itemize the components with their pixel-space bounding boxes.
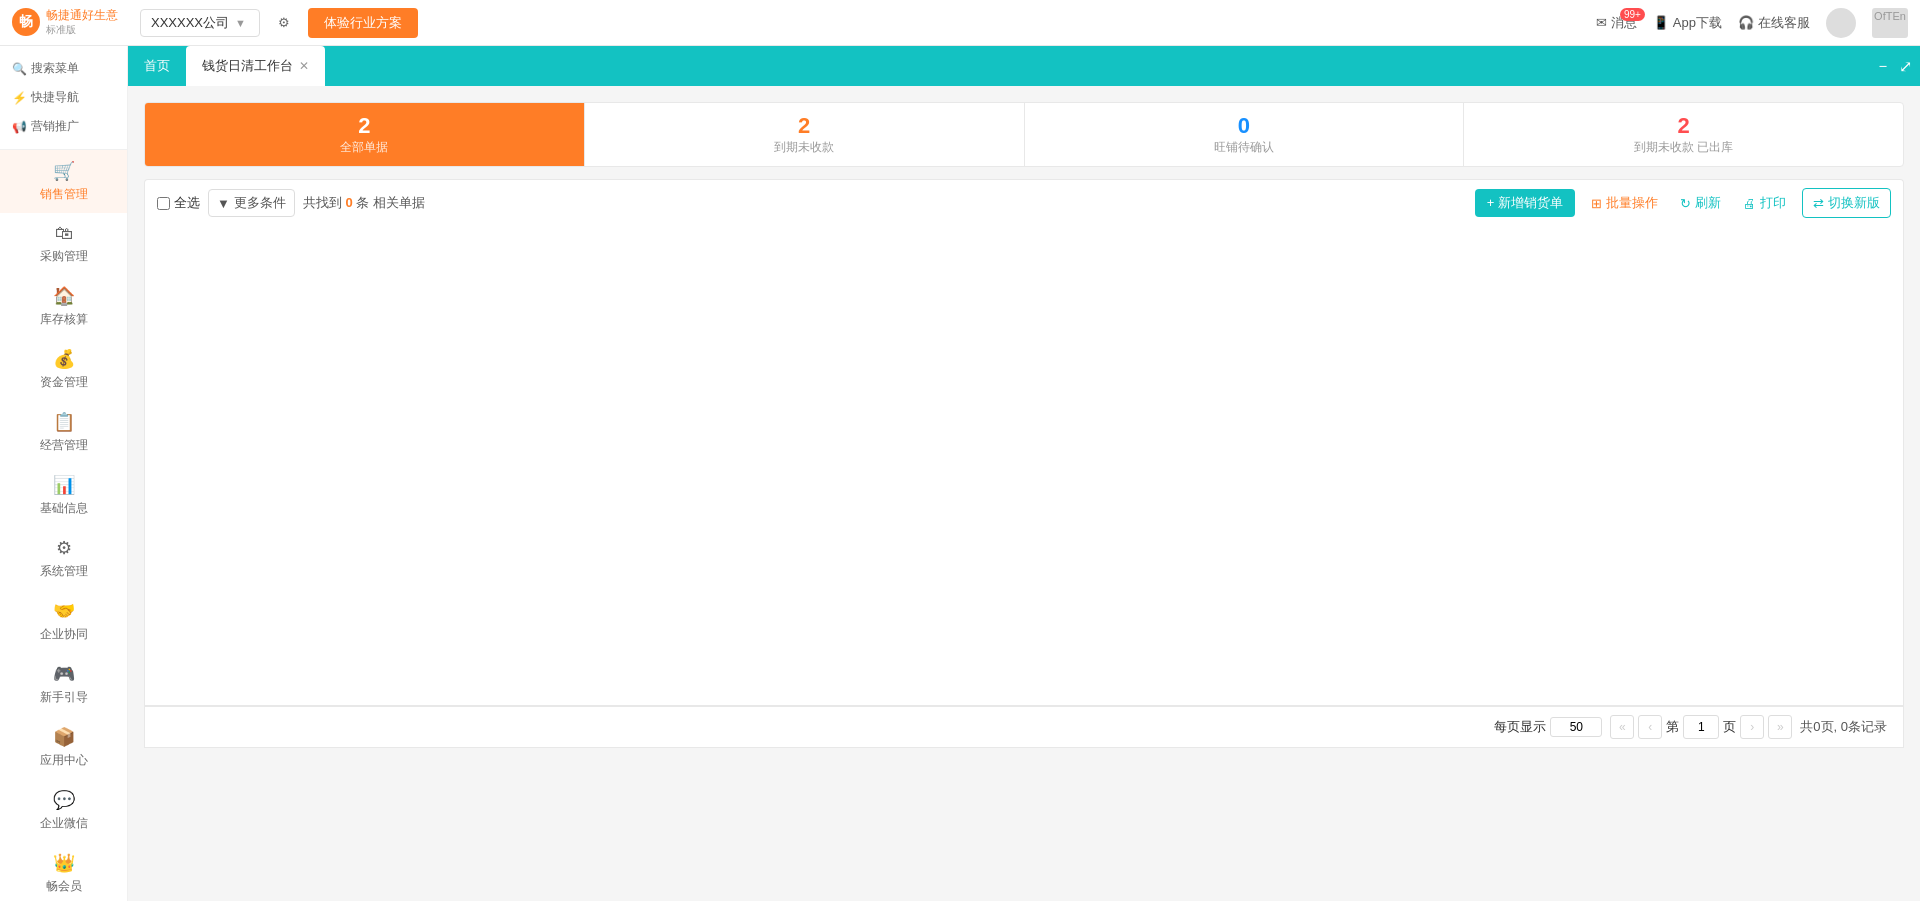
- select-all-checkbox[interactable]: 全选: [157, 194, 200, 212]
- sidebar-item-basic[interactable]: 📊基础信息: [0, 464, 127, 527]
- switch-icon: ⇄: [1813, 196, 1824, 211]
- sidebar-item-enterprise[interactable]: 🤝企业协同: [0, 590, 127, 653]
- sidebar-item-system[interactable]: ⚙系统管理: [0, 527, 127, 590]
- settings-icon[interactable]: ⚙: [270, 9, 298, 37]
- member-icon: 👑: [53, 852, 75, 874]
- finance-icon: 💰: [53, 348, 75, 370]
- batch-icon: ⊞: [1591, 196, 1602, 211]
- sidebar-item-finance[interactable]: 💰资金管理: [0, 338, 127, 401]
- inventory-icon: 🏠: [53, 285, 75, 307]
- online-service-button[interactable]: 🎧 在线客服: [1738, 14, 1810, 32]
- new-order-button[interactable]: + 新增销货单: [1475, 189, 1575, 217]
- toolbar-left: 全选 ▼ 更多条件 共找到 0 条 相关单据: [157, 189, 425, 217]
- stat-tab-0[interactable]: 2全部单据: [145, 103, 585, 166]
- stat-tab-1[interactable]: 2到期未收款: [585, 103, 1025, 166]
- first-page-button[interactable]: «: [1610, 715, 1634, 739]
- page-nav: « ‹ 第 页 › »: [1610, 715, 1792, 739]
- enterprise-icon: 🤝: [53, 600, 75, 622]
- minimize-icon[interactable]: －: [1875, 56, 1891, 77]
- page-size-input[interactable]: [1550, 717, 1602, 737]
- print-icon: 🖨: [1743, 196, 1756, 211]
- refresh-button[interactable]: ↻ 刷新: [1674, 190, 1727, 216]
- marketing-icon: 📢: [12, 120, 27, 134]
- operation-icon: 📋: [53, 411, 75, 433]
- trial-button[interactable]: 体验行业方案: [308, 8, 418, 38]
- tab-bar: 首页 钱货日清工作台 ✕ － ⤢: [128, 46, 1920, 86]
- main-content: 2全部单据2到期未收款0旺铺待确认2到期未收款 已出库 全选 ▼ 更多条件 共找…: [128, 86, 1920, 901]
- sidebar-item-sales[interactable]: 🛒销售管理: [0, 150, 127, 213]
- stat-tab-3[interactable]: 2到期未收款 已出库: [1464, 103, 1903, 166]
- wechat-icon: 💬: [53, 789, 75, 811]
- nav-icon: ⚡: [12, 91, 27, 105]
- select-all-input[interactable]: [157, 197, 170, 210]
- message-badge: 99+: [1620, 8, 1645, 21]
- sidebar-item-appstore[interactable]: 📦应用中心: [0, 716, 127, 779]
- top-header: 畅 畅捷通好生意 标准版 XXXXXX公司 ▼ ⚙ 体验行业方案 ✉ 消息 99…: [0, 0, 1920, 46]
- print-button[interactable]: 🖨 打印: [1737, 190, 1792, 216]
- prev-page-button[interactable]: ‹: [1638, 715, 1662, 739]
- sidebar-items: 🛒销售管理🛍采购管理🏠库存核算💰资金管理📋经营管理📊基础信息⚙系统管理🤝企业协同…: [0, 150, 127, 901]
- sidebar-quick-nav[interactable]: ⚡ 快捷导航: [0, 83, 127, 112]
- found-text: 共找到 0 条 相关单据: [303, 194, 425, 212]
- page-size-select: 每页显示: [1494, 717, 1602, 737]
- message-icon: ✉: [1596, 15, 1607, 30]
- newbie-icon: 🎮: [53, 663, 75, 685]
- message-button[interactable]: ✉ 消息 99+: [1596, 14, 1637, 32]
- tab-workbench[interactable]: 钱货日清工作台 ✕: [186, 46, 325, 86]
- switch-version-button[interactable]: ⇄ 切换新版: [1802, 188, 1891, 218]
- logo-subtitle: 标准版: [46, 23, 118, 37]
- logo-icon: 畅: [12, 8, 40, 36]
- search-icon: 🔍: [12, 62, 27, 76]
- sales-icon: 🛒: [53, 160, 75, 182]
- company-selector[interactable]: XXXXXX公司 ▼: [140, 9, 260, 37]
- appstore-icon: 📦: [53, 726, 75, 748]
- sidebar-search[interactable]: 🔍 搜索菜单: [0, 54, 127, 83]
- last-page-button[interactable]: »: [1768, 715, 1792, 739]
- page-total-info: 共0页, 0条记录: [1800, 718, 1887, 736]
- table-area: [144, 226, 1904, 706]
- toolbar: 全选 ▼ 更多条件 共找到 0 条 相关单据 + 新增销货单 ⊞ 批量操作 ↻: [144, 179, 1904, 226]
- basic-icon: 📊: [53, 474, 75, 496]
- toolbar-right: + 新增销货单 ⊞ 批量操作 ↻ 刷新 🖨 打印 ⇄ 切换新版: [1475, 188, 1891, 218]
- download-icon: 📱: [1653, 15, 1669, 30]
- stat-tab-2[interactable]: 0旺铺待确认: [1025, 103, 1465, 166]
- sidebar-item-member[interactable]: 👑畅会员: [0, 842, 127, 901]
- sidebar-item-newbie[interactable]: 🎮新手引导: [0, 653, 127, 716]
- sidebar-item-operation[interactable]: 📋经营管理: [0, 401, 127, 464]
- app-download-button[interactable]: 📱 App下载: [1653, 14, 1722, 32]
- sidebar-marketing[interactable]: 📢 营销推广: [0, 112, 127, 141]
- tab-bar-actions: － ⤢: [1875, 56, 1920, 77]
- service-icon: 🎧: [1738, 15, 1754, 30]
- avatar[interactable]: [1826, 8, 1856, 38]
- sidebar-top: 🔍 搜索菜单 ⚡ 快捷导航 📢 营销推广: [0, 46, 127, 150]
- sidebar-item-wechat[interactable]: 💬企业微信: [0, 779, 127, 842]
- logo-area: 畅 畅捷通好生意 标准版: [12, 8, 140, 36]
- filter-icon: ▼: [217, 196, 230, 211]
- user-name-area[interactable]: OfTEn: [1872, 8, 1908, 38]
- refresh-icon: ↻: [1680, 196, 1691, 211]
- chevron-down-icon: ▼: [235, 17, 246, 29]
- tab-close-icon[interactable]: ✕: [299, 59, 309, 73]
- system-icon: ⚙: [56, 537, 72, 559]
- stats-tabs: 2全部单据2到期未收款0旺铺待确认2到期未收款 已出库: [144, 102, 1904, 167]
- page-number-input[interactable]: [1683, 715, 1719, 739]
- maximize-icon[interactable]: ⤢: [1899, 57, 1912, 76]
- next-page-button[interactable]: ›: [1740, 715, 1764, 739]
- sidebar-item-inventory[interactable]: 🏠库存核算: [0, 275, 127, 338]
- sidebar-item-purchase[interactable]: 🛍采购管理: [0, 213, 127, 275]
- pagination-bar: 每页显示 « ‹ 第 页 › » 共0页, 0条记录: [144, 706, 1904, 748]
- sidebar: 🔍 搜索菜单 ⚡ 快捷导航 📢 营销推广 🛒销售管理🛍采购管理🏠库存核算💰资金管…: [0, 0, 128, 901]
- header-right: ✉ 消息 99+ 📱 App下载 🎧 在线客服 OfTEn: [1596, 8, 1908, 38]
- purchase-icon: 🛍: [55, 223, 73, 244]
- tab-home[interactable]: 首页: [128, 46, 186, 86]
- logo-title: 畅捷通好生意: [46, 8, 118, 22]
- more-filter-button[interactable]: ▼ 更多条件: [208, 189, 295, 217]
- found-count: 0: [346, 195, 353, 210]
- batch-operation-button[interactable]: ⊞ 批量操作: [1585, 190, 1664, 216]
